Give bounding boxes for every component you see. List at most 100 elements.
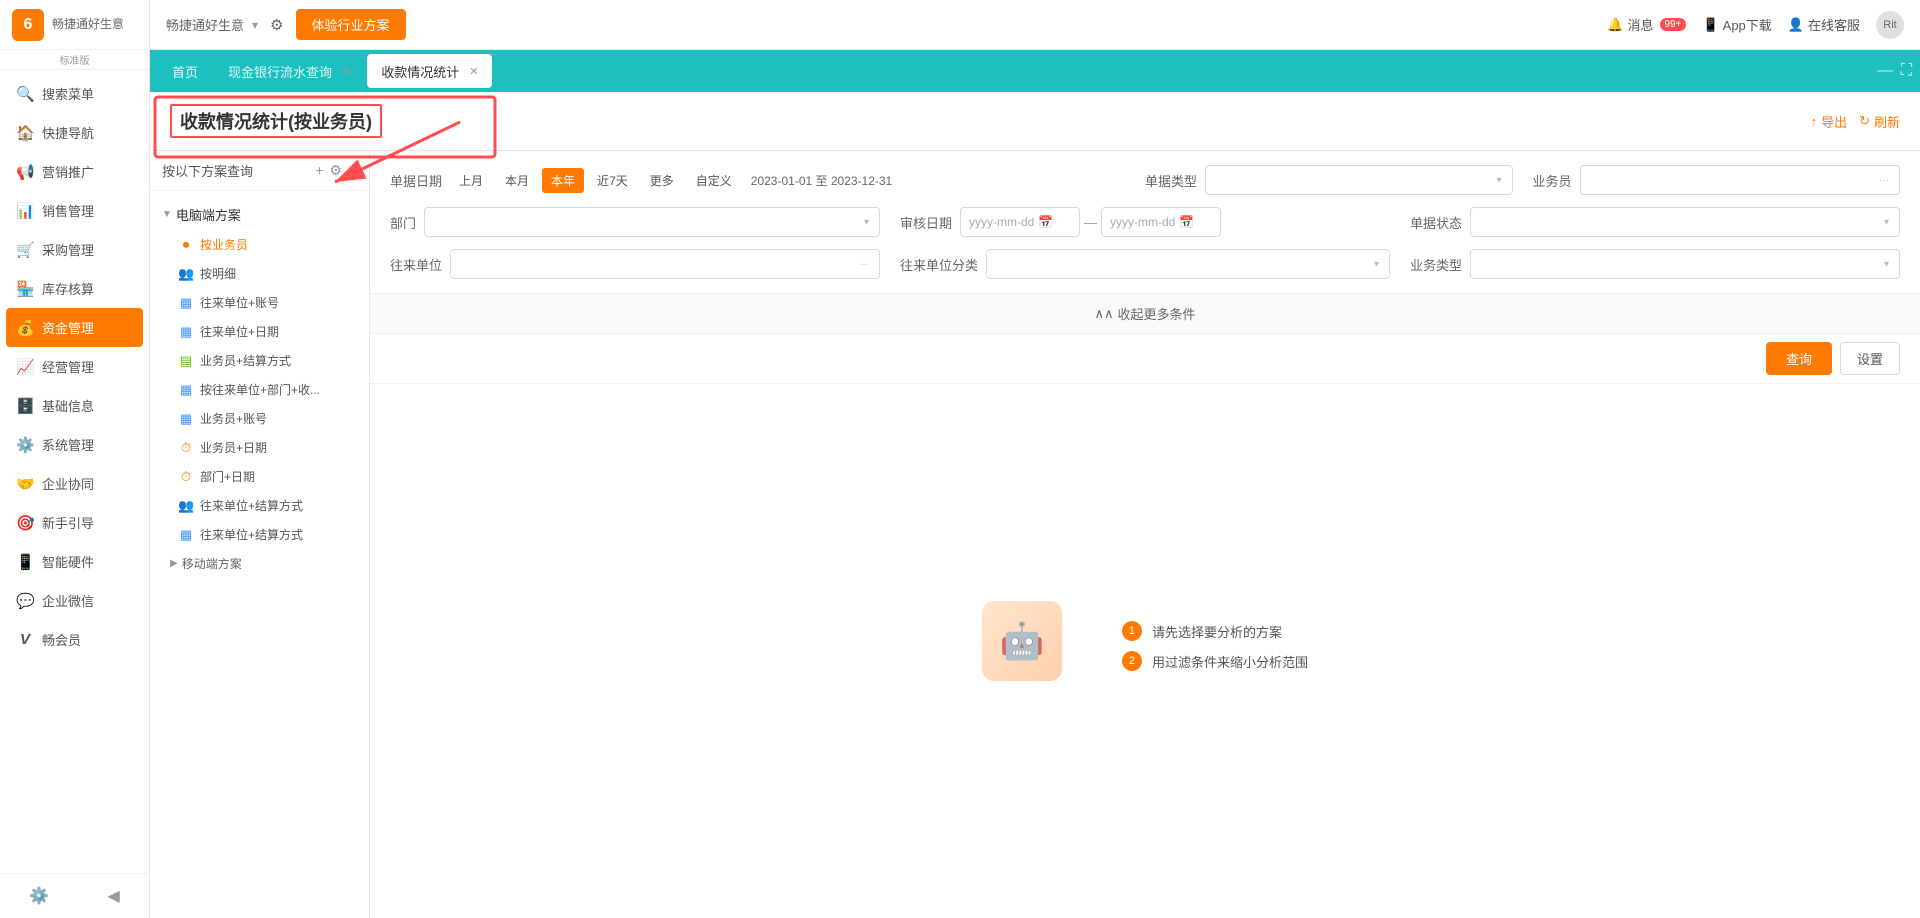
collapse-bar[interactable]: ∧∧ 收起更多条件 [370,294,1920,334]
tree-item-unit-account[interactable]: ▦ 往来单位+账号 [150,288,369,317]
tree-item-staff-settle[interactable]: ▤ 业务员+结算方式 [150,346,369,375]
query-btn[interactable]: 查询 [1766,342,1832,375]
dept-arrow-icon: ▾ [864,217,869,228]
empty-state: 🤖 1 请先选择要分析的方案 2 用过滤条件来缩小分析范围 [370,384,1920,918]
biz-type-filter-item: 业务类型 ▾ [1410,249,1900,279]
sidebar-item-capital[interactable]: 💰 资金管理 [6,308,143,347]
refresh-label: 刷新 [1874,112,1900,131]
tabbar-minimize-icon[interactable]: — [1877,62,1893,80]
inventory-icon: 🏪 [16,280,34,298]
tree-item-unit-settle1[interactable]: 👥 往来单位+结算方式 [150,491,369,520]
staff-label: 业务员 [1533,171,1572,190]
tree-item-unit-date[interactable]: ▦ 往来单位+日期 [150,317,369,346]
settings-btn[interactable]: 设置 [1840,342,1900,375]
unit-category-select[interactable]: ▾ [986,249,1390,279]
date-tab-this-year[interactable]: 本年 [542,168,584,193]
date-filter-group: 上月 本月 本年 近7天 更多 自定义 2023-01-01 至 2023-12… [450,168,1125,193]
unit-select[interactable]: ··· [450,249,880,279]
sidebar-item-quicknav[interactable]: 🏠 快捷导航 [0,113,149,152]
tree-item-by-staff[interactable]: ⏺ 按业务员 [150,230,369,259]
mobile-group: ▶ 移动端方案 [150,549,369,578]
online-service-btn[interactable]: 👤 在线客服 [1788,15,1860,34]
date-tab-last-month[interactable]: 上月 [450,168,492,193]
header-gear-icon[interactable]: ⚙ [266,12,287,38]
notification-btn[interactable]: 🔔 消息 99+ [1607,15,1686,34]
tree-item-unit-settle2[interactable]: ▦ 往来单位+结算方式 [150,520,369,549]
tree-item-unit-dept[interactable]: ▦ 按往来单位+部门+收... [150,375,369,404]
date-tab-custom[interactable]: 自定义 [687,168,741,193]
sidebar-item-basic[interactable]: 🗄️ 基础信息 [0,386,149,425]
sidebar-item-system[interactable]: ⚙️ 系统管理 [0,425,149,464]
sidebar-item-label: 智能硬件 [42,552,94,571]
doc-status-arrow-icon: ▾ [1884,217,1889,228]
page-header-actions: ↑ 导出 ↻ 刷新 [1811,112,1900,131]
date-tab-this-month[interactable]: 本月 [496,168,538,193]
tree-item-staff-date[interactable]: ⏱ 业务员+日期 [150,433,369,462]
sidebar-item-purchase[interactable]: 🛒 采购管理 [0,230,149,269]
biz-type-arrow-icon: ▾ [1884,259,1889,270]
sidebar-item-marketing[interactable]: 📢 营销推广 [0,152,149,191]
doc-status-select[interactable]: ▾ [1470,207,1900,237]
sidebar-item-operation[interactable]: 📈 经营管理 [0,347,149,386]
sidebar-item-enterprise[interactable]: 🤝 企业协同 [0,464,149,503]
header-dropdown-icon[interactable]: ▾ [252,18,258,32]
user-avatar[interactable]: Rit [1876,11,1904,39]
unit-category-arrow-icon: ▾ [1374,259,1379,270]
scheme-tree: ▼ 电脑端方案 ⏺ 按业务员 👥 按明细 ▦ 往来单位+账号 [150,191,369,918]
tree-item-dept-date[interactable]: ⏱ 部门+日期 [150,462,369,491]
trial-btn[interactable]: 体验行业方案 [296,9,406,40]
tab-home[interactable]: 首页 [158,62,212,81]
tab-bank-close[interactable]: ✕ [342,65,351,78]
dept-label: 部门 [390,213,416,232]
export-btn[interactable]: ↑ 导出 [1811,112,1848,131]
tab-bank[interactable]: 现金银行流水查询 ✕ [214,54,365,88]
empty-illustration: 🤖 [982,601,1082,701]
tab-collection[interactable]: 收款情况统计 ✕ [367,54,492,88]
header-right: 🔔 消息 99+ 📱 App下载 👤 在线客服 Rit [1607,11,1904,39]
export-icon: ↑ [1811,114,1818,129]
staff-filter-item: 业务员 ··· [1533,165,1901,195]
tabbar-maximize-icon[interactable]: ⛶ [1901,62,1912,80]
doc-status-label: 单据状态 [1410,213,1462,232]
filter-row-2: 部门 ▾ 审核日期 yyyy-mm-dd 📅 [390,207,1900,237]
doc-type-select[interactable]: ▾ [1205,165,1512,195]
mobile-group-label: 移动端方案 [182,555,242,572]
sidebar-item-hardware[interactable]: 📱 智能硬件 [0,542,149,581]
mobile-group-header[interactable]: ▶ 移动端方案 [150,549,369,578]
empty-robot-icon: 🤖 [982,601,1062,681]
biz-type-select[interactable]: ▾ [1470,249,1900,279]
left-panel-title-row: 按以下方案查询 [162,161,253,180]
date-tab-more[interactable]: 更多 [641,168,683,193]
sidebar-item-vip[interactable]: V 畅会员 [0,620,149,659]
dept-select[interactable]: ▾ [424,207,880,237]
add-scheme-btn[interactable]: + [315,162,323,180]
unit-account-icon: ▦ [178,295,194,311]
refresh-btn[interactable]: ↻ 刷新 [1859,112,1900,131]
sidebar-item-guide[interactable]: 🎯 新手引导 [0,503,149,542]
sidebar-item-sales[interactable]: 📊 销售管理 [0,191,149,230]
sidebar-item-search[interactable]: 🔍 搜索菜单 [0,74,149,113]
panel-collapse-btn[interactable]: « [348,162,357,180]
staff-select[interactable]: ··· [1580,165,1900,195]
unit-settle2-icon: ▦ [178,527,194,543]
scheme-settings-btn[interactable]: ⚙ [330,162,343,180]
empty-steps: 1 请先选择要分析的方案 2 用过滤条件来缩小分析范围 [1122,621,1308,681]
desktop-group-header[interactable]: ▼ 电脑端方案 [150,199,369,230]
sidebar-item-wechat[interactable]: 💬 企业微信 [0,581,149,620]
home-icon: 🏠 [16,124,34,142]
app-download-btn[interactable]: 📱 App下载 [1702,15,1771,34]
sidebar-item-label: 库存核算 [42,279,94,298]
tree-item-staff-account[interactable]: ▦ 业务员+账号 [150,404,369,433]
audit-date-from-input[interactable]: yyyy-mm-dd 📅 [960,207,1080,237]
sidebar-collapse-btn[interactable]: ◀ [99,882,127,910]
capital-icon: 💰 [16,319,34,337]
tab-collection-close[interactable]: ✕ [469,65,478,78]
tree-item-by-detail[interactable]: 👥 按明细 [150,259,369,288]
sidebar-item-label: 搜索菜单 [42,84,94,103]
audit-date-to-input[interactable]: yyyy-mm-dd 📅 [1101,207,1221,237]
step-2-num: 2 [1122,651,1142,671]
date-tab-7days[interactable]: 近7天 [588,168,637,193]
header-breadcrumb: 畅捷通好生意 [166,15,244,34]
sidebar-item-inventory[interactable]: 🏪 库存核算 [0,269,149,308]
sidebar-settings-btn[interactable]: ⚙️ [21,882,57,910]
